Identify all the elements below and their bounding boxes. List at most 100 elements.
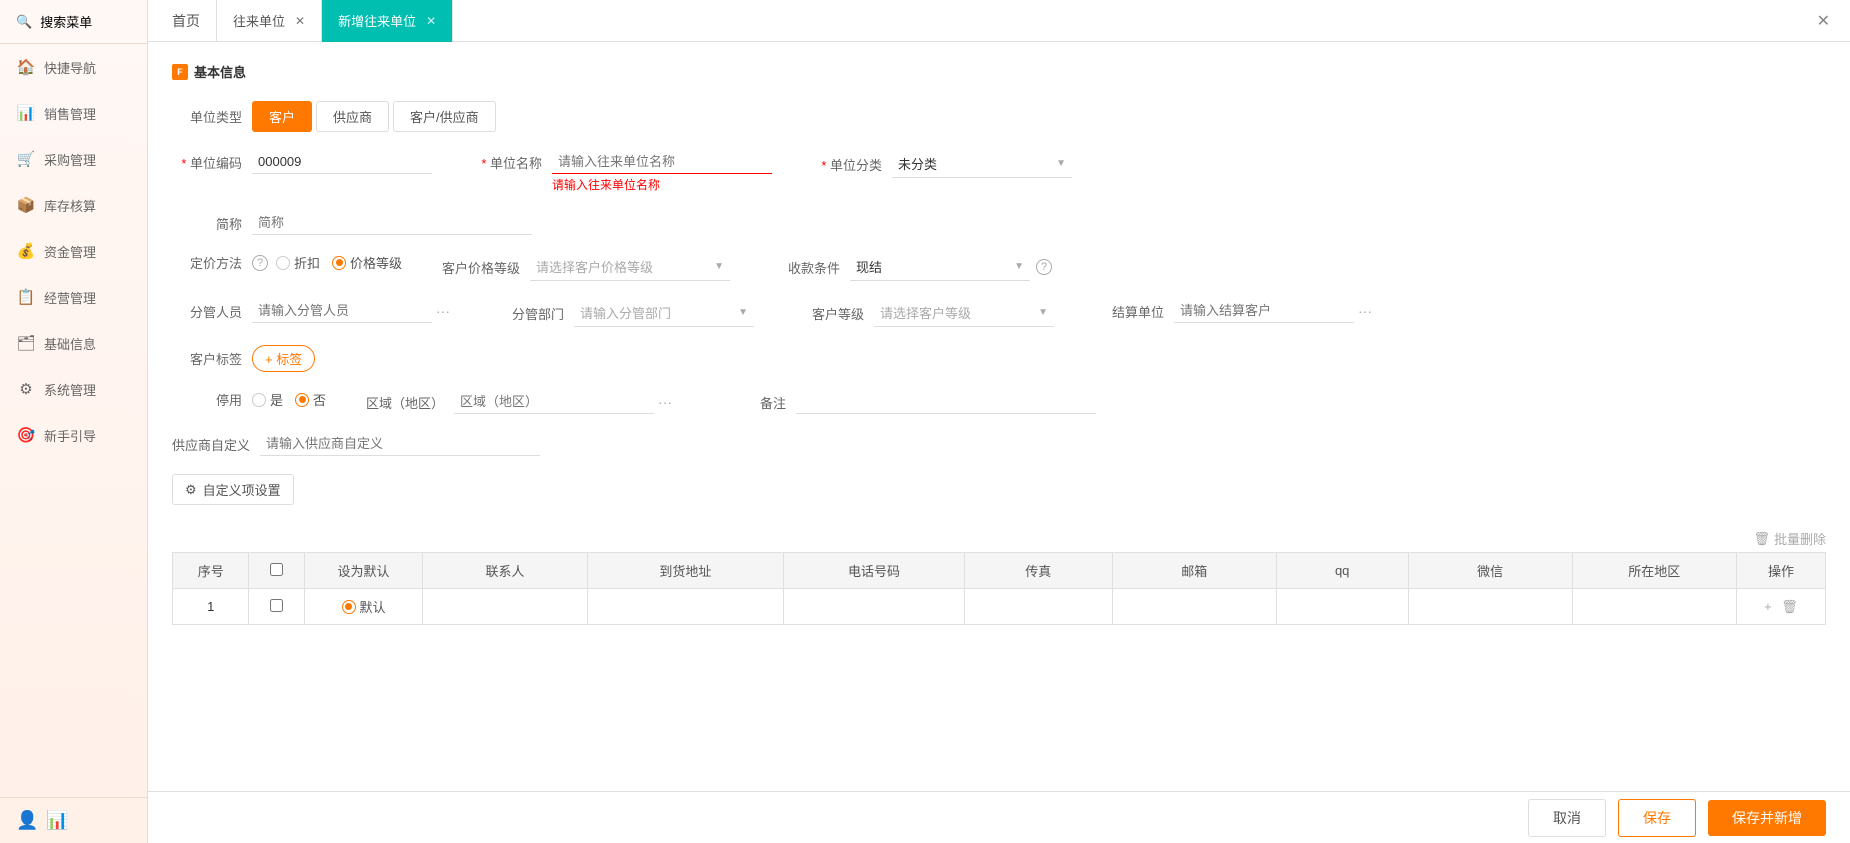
disabled-yes-radio[interactable]: 是 (252, 390, 283, 409)
row-region-input[interactable] (1614, 599, 1694, 614)
row-default-cell: 默认 (304, 589, 423, 625)
sidebar-item-quick-nav[interactable]: 🏠快捷导航 (0, 44, 147, 90)
sidebar-icon-inventory: 📦 (16, 195, 36, 215)
row-default-radio[interactable]: 默认 (315, 597, 413, 616)
row-delete-btn[interactable]: 🗑 (1781, 599, 1798, 614)
search-menu-label: 搜索菜单 (40, 12, 92, 31)
unit-type-supplier-btn[interactable]: 供应商 (316, 101, 389, 132)
custom-settings-icon: ⚙ (185, 482, 197, 498)
short-name-input[interactable] (252, 211, 532, 235)
row-seq: 1 (173, 589, 249, 625)
region-input[interactable] (454, 390, 654, 414)
disabled-no-label: 否 (313, 390, 326, 409)
tab-close-new-contact[interactable]: ✕ (426, 14, 436, 28)
unit-type-both-btn[interactable]: 客户/供应商 (393, 101, 496, 132)
sidebar-item-guide[interactable]: 🎯新手引导 (0, 412, 147, 458)
sidebar-label-system: 系统管理 (44, 380, 96, 399)
payment-terms-help-icon[interactable]: ? (1036, 259, 1052, 275)
settlement-unit-more-btn[interactable]: ··· (1354, 303, 1376, 319)
tag-add-label: + 标签 (265, 349, 302, 368)
settlement-unit-label: 结算单位 (1094, 302, 1174, 321)
region-more-btn[interactable]: ··· (654, 394, 676, 410)
row-wechat-input[interactable] (1450, 599, 1530, 614)
payment-terms-select[interactable]: 现结 ▼ (850, 253, 1030, 281)
sidebar-item-purchase[interactable]: 🛒采购管理 (0, 136, 147, 182)
tab-new-contact[interactable]: 新增往来单位 ✕ (322, 0, 453, 42)
department-select[interactable]: 请输入分管部门 ▼ (574, 299, 754, 327)
batch-delete-label: 批量删除 (1774, 529, 1826, 548)
sidebar-item-inventory[interactable]: 📦库存核算 (0, 182, 147, 228)
pricing-method-help-icon[interactable]: ? (252, 255, 268, 271)
row-email-input[interactable] (1154, 599, 1234, 614)
unit-type-customer-btn[interactable]: 客户 (252, 101, 312, 132)
contact-table: 序号设为默认联系人到货地址电话号码传真邮箱qq微信所在地区操作 1 默认 (172, 552, 1826, 625)
disabled-no-radio[interactable]: 否 (295, 390, 326, 409)
tab-close-contacts[interactable]: ✕ (295, 14, 305, 28)
batch-delete-icon: 🗑 (1753, 531, 1770, 547)
row-phone[interactable] (784, 589, 964, 625)
row-phone-input[interactable] (829, 599, 919, 614)
sidebar-item-sales[interactable]: 📊销售管理 (0, 90, 147, 136)
row-operations: + 🗑 (1736, 589, 1825, 625)
tab-label-new-contact: 新增往来单位 (338, 11, 416, 30)
tab-contacts[interactable]: 往来单位✕ (217, 0, 322, 42)
payment-terms-value: 现结 (856, 257, 1010, 276)
save-button[interactable]: 保存 (1618, 799, 1696, 837)
close-window-button[interactable]: ✕ (1805, 11, 1842, 31)
sidebar-icon-quick-nav: 🏠 (16, 57, 36, 77)
settlement-unit-field: 结算单位 ··· (1094, 299, 1376, 323)
tab-home[interactable]: 首页 (156, 0, 217, 42)
sidebar-item-operations[interactable]: 📋经营管理 (0, 274, 147, 320)
cancel-button[interactable]: 取消 (1528, 799, 1606, 837)
remark-input[interactable] (796, 390, 1096, 414)
payment-terms-field: 收款条件 现结 ▼ ? (770, 253, 1052, 281)
unit-type-group: 客户供应商客户/供应商 (252, 101, 496, 132)
table-col-header: 设为默认 (304, 553, 423, 589)
table-col-header: 序号 (173, 553, 249, 589)
customer-level-chevron: ▼ (1038, 307, 1048, 318)
sidebar-item-finance[interactable]: 💰资金管理 (0, 228, 147, 274)
table-header-checkbox[interactable] (270, 563, 283, 576)
row-checkbox[interactable] (270, 599, 283, 612)
row-add-btn[interactable]: + (1764, 599, 1772, 614)
search-icon: 🔍 (16, 14, 32, 30)
section-header: F 基本信息 (172, 62, 1826, 81)
supplier-custom-input[interactable] (260, 432, 540, 456)
customer-level-select[interactable]: 请选择客户等级 ▼ (874, 299, 1054, 327)
supplier-custom-label: 供应商自定义 (172, 435, 260, 454)
unit-name-input[interactable] (552, 150, 772, 174)
settlement-unit-input[interactable] (1174, 299, 1354, 323)
row-email[interactable] (1112, 589, 1276, 625)
manager-input[interactable] (252, 299, 432, 323)
row-contact[interactable] (423, 589, 587, 625)
tag-add-btn[interactable]: + 标签 (252, 345, 315, 372)
pricing-discount-radio[interactable]: 折扣 (276, 253, 320, 272)
sidebar-item-basic[interactable]: 🗂基础信息 (0, 320, 147, 366)
table-col-header (249, 553, 304, 589)
pricing-method-radios: 折扣 价格等级 (276, 253, 402, 272)
row-fax[interactable] (964, 589, 1112, 625)
unit-name-label: 单位名称 (472, 153, 552, 172)
row-fax-input[interactable] (1003, 599, 1073, 614)
row-qq-input[interactable] (1312, 599, 1372, 614)
unit-code-input[interactable] (252, 150, 432, 174)
row-address-input[interactable] (635, 599, 735, 614)
manager-more-btn[interactable]: ··· (432, 303, 454, 319)
row-region[interactable] (1572, 589, 1736, 625)
customer-tag-row: 客户标签 + 标签 (172, 345, 1826, 372)
table-col-header: 到货地址 (587, 553, 784, 589)
row-checkbox-cell[interactable] (249, 589, 304, 625)
row-contact-input[interactable] (465, 599, 545, 614)
pricing-level-radio[interactable]: 价格等级 (332, 253, 402, 272)
save-new-button[interactable]: 保存并新增 (1708, 800, 1826, 836)
unit-category-select[interactable]: 未分类 ▼ (892, 150, 1072, 178)
search-menu[interactable]: 🔍 搜索菜单 (0, 0, 147, 44)
customer-price-level-select[interactable]: 请选择客户价格等级 ▼ (530, 253, 730, 281)
row-wechat[interactable] (1408, 589, 1572, 625)
batch-delete-btn[interactable]: 🗑 批量删除 (1753, 529, 1826, 548)
sidebar-item-system[interactable]: ⚙系统管理 (0, 366, 147, 412)
sidebar-icon-guide: 🎯 (16, 425, 36, 445)
custom-settings-btn[interactable]: ⚙ 自定义项设置 (172, 474, 294, 505)
row-qq[interactable] (1276, 589, 1408, 625)
row-address[interactable] (587, 589, 784, 625)
